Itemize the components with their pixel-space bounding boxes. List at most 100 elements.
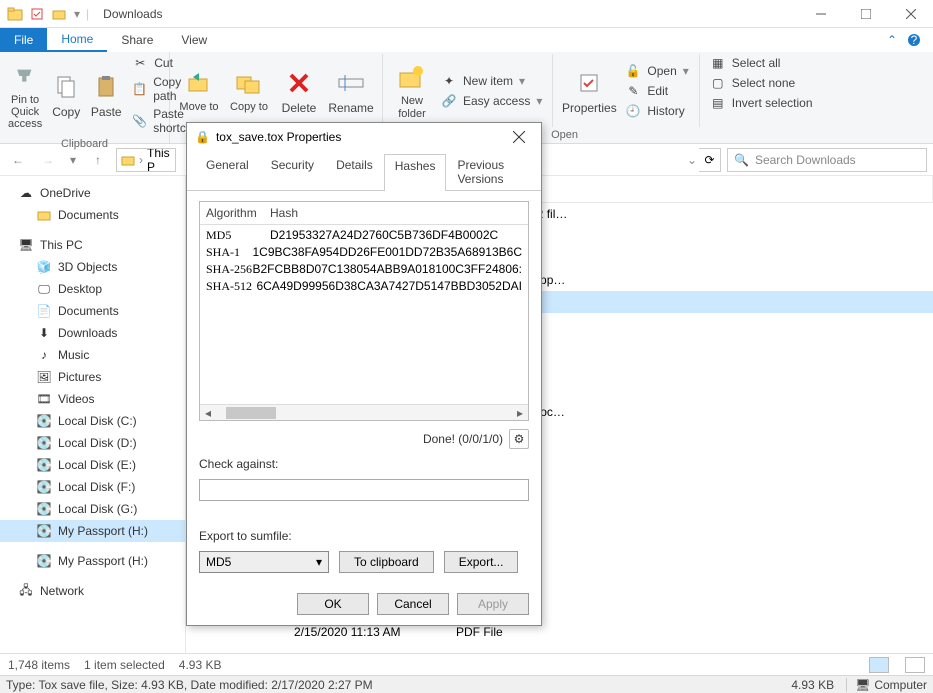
refresh-button[interactable]: ⟳ bbox=[699, 148, 721, 172]
hash-scrollbar[interactable]: ◂▸ bbox=[200, 404, 528, 420]
invert-selection-button[interactable]: ▤Invert selection bbox=[708, 94, 815, 112]
tree-music[interactable]: ♪Music bbox=[0, 344, 185, 366]
forward-button[interactable]: → bbox=[36, 148, 60, 172]
check-against-input[interactable] bbox=[199, 479, 529, 501]
title-bar: ▾ | Downloads bbox=[0, 0, 933, 28]
network-icon: 🖧 bbox=[18, 583, 34, 599]
tree-3d-objects[interactable]: 🧊3D Objects bbox=[0, 256, 185, 278]
tree-pictures[interactable]: 🖼Pictures bbox=[0, 366, 185, 388]
ok-button[interactable]: OK bbox=[297, 593, 369, 615]
new-folder-icon bbox=[396, 61, 428, 93]
hash-row[interactable]: MD5D21953327A24D2760C5B736DF4B0002C bbox=[206, 227, 522, 244]
video-icon: 🎞 bbox=[36, 391, 52, 407]
move-to-button[interactable]: Move to bbox=[178, 54, 220, 127]
properties-button[interactable]: Properties bbox=[561, 54, 617, 127]
addr-dropdown[interactable]: ⌄ bbox=[687, 153, 697, 167]
tab-general[interactable]: General bbox=[195, 153, 260, 190]
cancel-button[interactable]: Cancel bbox=[377, 593, 449, 615]
hash-row[interactable]: SHA-5126CA49D99956D38CA3A7427D5147BBD305… bbox=[206, 278, 522, 295]
tree-documents[interactable]: Documents bbox=[0, 204, 185, 226]
new-folder-button[interactable]: New folder bbox=[391, 54, 433, 127]
cloud-icon: ☁ bbox=[18, 185, 34, 201]
cube-icon: 🧊 bbox=[36, 259, 52, 275]
tree-disk-f[interactable]: 💽Local Disk (F:) bbox=[0, 476, 185, 498]
recent-dropdown[interactable]: ▾ bbox=[66, 148, 80, 172]
settings-button[interactable]: ⚙ bbox=[509, 429, 529, 449]
ribbon-collapse-icon[interactable]: ⌃ bbox=[887, 33, 897, 47]
tree-disk-g[interactable]: 💽Local Disk (G:) bbox=[0, 498, 185, 520]
copy-to-button[interactable]: Copy to bbox=[228, 54, 270, 127]
tab-details[interactable]: Details bbox=[325, 153, 384, 190]
tab-view[interactable]: View bbox=[167, 28, 221, 52]
open-button[interactable]: 🔓Open ▾ bbox=[623, 62, 690, 80]
breadcrumb[interactable]: This P bbox=[147, 148, 171, 172]
view-large-button[interactable] bbox=[905, 657, 925, 673]
tree-passport2[interactable]: 💽My Passport (H:) bbox=[0, 550, 185, 572]
close-button[interactable] bbox=[888, 0, 933, 28]
tree-onedrive[interactable]: ☁OneDrive bbox=[0, 182, 185, 204]
hash-col-hash[interactable]: Hash bbox=[270, 206, 298, 220]
status-selected: 1 item selected bbox=[84, 658, 165, 672]
pictures-icon: 🖼 bbox=[36, 369, 52, 385]
minimize-button[interactable] bbox=[798, 0, 843, 28]
disk-icon: 💽 bbox=[36, 553, 52, 569]
up-button[interactable]: ↑ bbox=[86, 148, 110, 172]
to-clipboard-button[interactable]: To clipboard bbox=[339, 551, 434, 573]
export-button[interactable]: Export... bbox=[444, 551, 519, 573]
documents-icon: 📄 bbox=[36, 303, 52, 319]
apply-button[interactable]: Apply bbox=[457, 593, 529, 615]
dialog-tabs: General Security Details Hashes Previous… bbox=[187, 151, 541, 191]
back-button[interactable]: ← bbox=[6, 148, 30, 172]
qat-folder-icon[interactable] bbox=[50, 5, 68, 23]
gear-icon: ⚙ bbox=[514, 432, 525, 446]
tab-previous-versions[interactable]: Previous Versions bbox=[446, 153, 533, 190]
qat-properties-icon[interactable] bbox=[28, 5, 46, 23]
hash-row[interactable]: SHA-256B2FCBB8D07C138054ABB9A018100C3FF2… bbox=[206, 261, 522, 278]
tree-this-pc[interactable]: 🖥This PC bbox=[0, 234, 185, 256]
new-item-button[interactable]: ✦New item ▾ bbox=[439, 72, 544, 90]
history-button[interactable]: 🕘History bbox=[623, 102, 690, 120]
export-format-select[interactable]: MD5▾ bbox=[199, 551, 329, 573]
tree-downloads[interactable]: ⬇Downloads bbox=[0, 322, 185, 344]
help-icon[interactable]: ? bbox=[907, 33, 921, 47]
tab-security[interactable]: Security bbox=[260, 153, 325, 190]
maximize-button[interactable] bbox=[843, 0, 888, 28]
ribbon-tabs: File Home Share View ⌃ ? bbox=[0, 28, 933, 52]
qat-dropdown[interactable]: ▾ bbox=[72, 7, 82, 21]
edit-button[interactable]: ✎Edit bbox=[623, 82, 690, 100]
dialog-close-button[interactable] bbox=[505, 126, 533, 148]
tab-home[interactable]: Home bbox=[47, 28, 107, 52]
tree-disk-e[interactable]: 💽Local Disk (E:) bbox=[0, 454, 185, 476]
paste-button[interactable]: Paste bbox=[90, 54, 122, 136]
address-bar[interactable]: › This P bbox=[116, 148, 176, 172]
disk-icon: 💽 bbox=[36, 435, 52, 451]
hash-col-algorithm[interactable]: Algorithm bbox=[206, 206, 270, 220]
tree-desktop[interactable]: 🖵Desktop bbox=[0, 278, 185, 300]
tree-disk-d[interactable]: 💽Local Disk (D:) bbox=[0, 432, 185, 454]
hash-row[interactable]: SHA-11C9BC38FA954DD26FE001DD72B35A68913B… bbox=[206, 244, 522, 261]
pin-quick-access-button[interactable]: Pin to Quick access bbox=[8, 54, 42, 136]
select-all-button[interactable]: ▦Select all bbox=[708, 54, 815, 72]
tab-file[interactable]: File bbox=[0, 28, 47, 52]
copy-button[interactable]: Copy bbox=[50, 54, 82, 136]
open-icon: 🔓 bbox=[625, 63, 641, 79]
history-icon: 🕘 bbox=[625, 103, 641, 119]
select-all-icon: ▦ bbox=[710, 55, 726, 71]
delete-button[interactable]: Delete bbox=[278, 54, 320, 127]
view-details-button[interactable] bbox=[869, 657, 889, 673]
pin-icon bbox=[9, 60, 41, 92]
easy-access-button[interactable]: 🔗Easy access ▾ bbox=[439, 92, 544, 110]
select-none-button[interactable]: ▢Select none bbox=[708, 74, 815, 92]
nav-tree: ☁OneDrive Documents 🖥This PC 🧊3D Objects… bbox=[0, 176, 186, 657]
tree-disk-c[interactable]: 💽Local Disk (C:) bbox=[0, 410, 185, 432]
search-box[interactable]: 🔍 Search Downloads bbox=[727, 148, 927, 172]
status-size: 4.93 KB bbox=[179, 658, 222, 672]
tree-network[interactable]: 🖧Network bbox=[0, 580, 185, 602]
rename-button[interactable]: Rename bbox=[328, 54, 374, 127]
dialog-titlebar[interactable]: 🔒 tox_save.tox Properties bbox=[187, 123, 541, 151]
tree-videos[interactable]: 🎞Videos bbox=[0, 388, 185, 410]
tree-passport1[interactable]: 💽My Passport (H:) bbox=[0, 520, 185, 542]
tab-hashes[interactable]: Hashes bbox=[384, 154, 447, 191]
tab-share[interactable]: Share bbox=[107, 28, 167, 52]
tree-documents2[interactable]: 📄Documents bbox=[0, 300, 185, 322]
